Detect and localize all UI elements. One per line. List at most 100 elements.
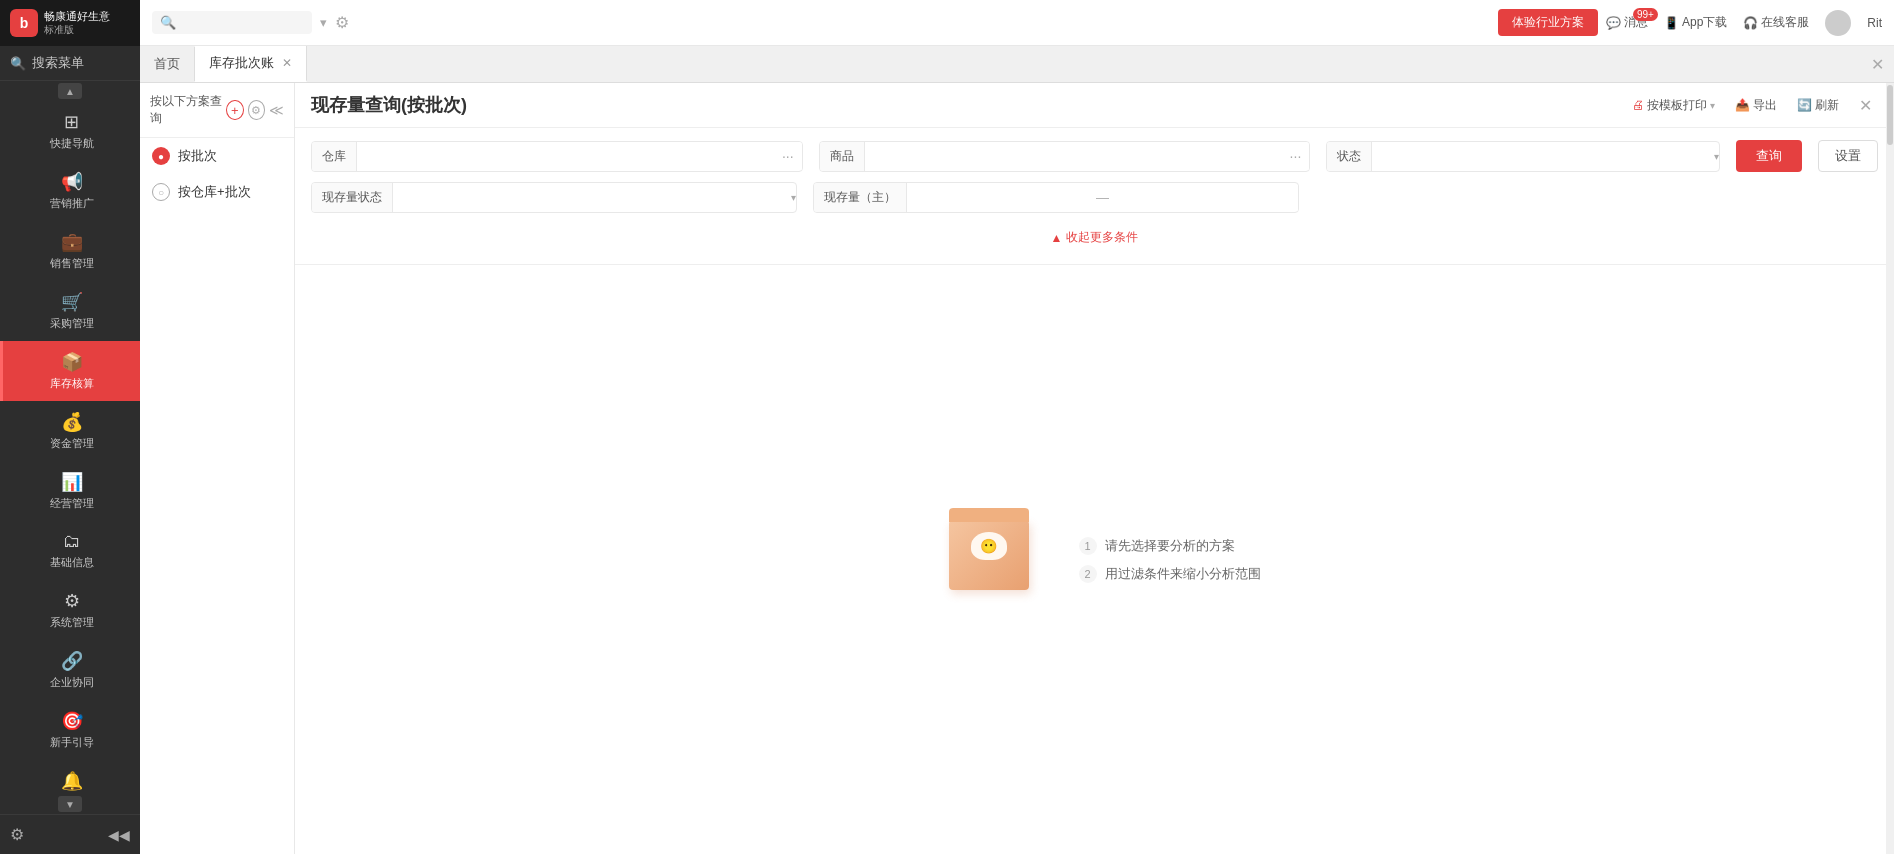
scheme-by-batch-label: 按批次 bbox=[178, 147, 217, 165]
product-filter-input[interactable] bbox=[865, 143, 1282, 169]
main-area: 🔍 ▾ ⚙ 体验行业方案 💬 消息 99+ 📱 App下载 🎧 在线客服 Rit bbox=[140, 0, 1894, 854]
sidebar-scroll-down[interactable]: ▼ bbox=[58, 796, 82, 812]
sidebar-item-inventory[interactable]: 📦 库存核算 bbox=[0, 341, 140, 401]
page-header: 现存量查询(按批次) 🖨 按模板打印 ▾ 📤 导出 🔄 刷新 bbox=[295, 83, 1894, 128]
sidebar-item-label: 基础信息 bbox=[50, 555, 94, 570]
scheme-by-warehouse-batch-label: 按仓库+批次 bbox=[178, 183, 251, 201]
print-btn[interactable]: 🖨 按模板打印 ▾ bbox=[1626, 94, 1721, 117]
topbar-settings-icon[interactable]: ⚙ bbox=[335, 13, 349, 32]
inventory-status-dropdown-icon[interactable]: ▾ bbox=[791, 192, 796, 203]
tab-close-icon[interactable]: ✕ bbox=[282, 56, 292, 70]
warehouse-filter-input[interactable] bbox=[357, 143, 774, 169]
settings-btn[interactable]: 设置 bbox=[1818, 140, 1878, 172]
sidebar-item-marketing[interactable]: 📢 营销推广 bbox=[0, 161, 140, 221]
status-dropdown-icon[interactable]: ▾ bbox=[1714, 151, 1719, 162]
tab-batch[interactable]: 库存批次账 ✕ bbox=[195, 46, 307, 82]
sidebar-item-label: 营销推广 bbox=[50, 196, 94, 211]
refresh-btn[interactable]: 🔄 刷新 bbox=[1791, 94, 1845, 117]
hint-num-1: 1 bbox=[1079, 537, 1097, 555]
sidebar-item-guide[interactable]: 🎯 新手引导 bbox=[0, 700, 140, 760]
sidebar-item-label: 经营管理 bbox=[50, 496, 94, 511]
collapse-more-btn[interactable]: ▲ 收起更多条件 bbox=[311, 223, 1878, 252]
tab-right-controls: ✕ bbox=[1861, 55, 1894, 74]
sidebar-item-label: 采购管理 bbox=[50, 316, 94, 331]
inventory-quantity-filter[interactable]: 现存量（主） — bbox=[813, 182, 1299, 213]
sidebar-item-system[interactable]: ⚙ 系统管理 bbox=[0, 580, 140, 640]
scheme-item-by-warehouse-batch[interactable]: ○ 按仓库+批次 bbox=[140, 174, 294, 210]
sidebar-item-label: 新手引导 bbox=[50, 735, 94, 750]
sidebar-item-quick-nav[interactable]: ⊞ 快捷导航 bbox=[0, 101, 140, 161]
content-area: 按以下方案查询 + ⚙ ≪ ● 按批次 ○ 按仓库+批次 现存量查询(按批次) bbox=[140, 83, 1894, 854]
marketing-icon: 📢 bbox=[61, 171, 83, 193]
sidebar-footer: ⚙ ◀◀ bbox=[0, 814, 140, 854]
scheme-active-icon: ● bbox=[152, 147, 170, 165]
topbar-dropdown-icon[interactable]: ▾ bbox=[320, 15, 327, 30]
sidebar-nav: ⊞ 快捷导航 📢 营销推广 💼 销售管理 🛒 采购管理 📦 库存核算 💰 资金管… bbox=[0, 101, 140, 794]
sales-icon: 💼 bbox=[61, 231, 83, 253]
status-filter[interactable]: 状态 ▾ bbox=[1326, 141, 1720, 172]
product-filter-more-icon[interactable]: ··· bbox=[1282, 142, 1310, 170]
status-filter-select[interactable] bbox=[1372, 150, 1714, 162]
inventory-status-select[interactable] bbox=[393, 192, 791, 204]
sidebar: b 畅康通好生意 标准版 🔍 搜索菜单 ▲ ⊞ 快捷导航 📢 营销推广 💼 销售… bbox=[0, 0, 140, 854]
empty-hint-1: 1 请先选择要分析的方案 bbox=[1079, 537, 1261, 555]
sidebar-scroll-up[interactable]: ▲ bbox=[58, 83, 82, 99]
filter-row-1: 仓库 ··· 商品 ··· 状态 bbox=[311, 140, 1878, 172]
inventory-status-filter[interactable]: 现存量状态 ▾ bbox=[311, 182, 797, 213]
sidebar-item-label: 系统管理 bbox=[50, 615, 94, 630]
close-right-panel-btn[interactable]: ✕ bbox=[1853, 94, 1878, 117]
inventory-status-label: 现存量状态 bbox=[312, 183, 393, 212]
scheme-item-by-batch[interactable]: ● 按批次 bbox=[140, 138, 294, 174]
sidebar-item-enterprise[interactable]: 🔗 企业协同 bbox=[0, 640, 140, 700]
page-header-actions: 🖨 按模板打印 ▾ 📤 导出 🔄 刷新 ✕ bbox=[1626, 94, 1878, 117]
tab-home[interactable]: 首页 bbox=[140, 47, 195, 81]
page-title: 现存量查询(按批次) bbox=[311, 93, 467, 117]
sidebar-item-basic[interactable]: 🗂 基础信息 bbox=[0, 521, 140, 580]
sidebar-item-finance[interactable]: 💰 资金管理 bbox=[0, 401, 140, 461]
experience-industry-btn[interactable]: 体验行业方案 bbox=[1498, 9, 1598, 36]
print-label: 按模板打印 bbox=[1647, 97, 1707, 114]
export-label: 导出 bbox=[1753, 97, 1777, 114]
scheme-settings-btn[interactable]: ⚙ bbox=[248, 100, 265, 120]
message-btn[interactable]: 💬 消息 99+ bbox=[1606, 14, 1648, 31]
sidebar-search[interactable]: 🔍 搜索菜单 bbox=[0, 46, 140, 81]
footer-settings-icon[interactable]: ⚙ bbox=[10, 825, 24, 844]
app-center-icon: 🔔 bbox=[61, 770, 83, 792]
sidebar-item-app-center[interactable]: 🔔 应用中心 bbox=[0, 760, 140, 794]
hint-num-2: 2 bbox=[1079, 565, 1097, 583]
collapse-up-icon: ▲ bbox=[1051, 231, 1063, 245]
footer-volume-icon[interactable]: ◀◀ bbox=[108, 827, 130, 843]
status-filter-label: 状态 bbox=[1327, 142, 1372, 171]
sidebar-item-sales[interactable]: 💼 销售管理 bbox=[0, 221, 140, 281]
export-btn[interactable]: 📤 导出 bbox=[1729, 94, 1783, 117]
sidebar-item-operation[interactable]: 📊 经营管理 bbox=[0, 461, 140, 521]
right-scrollbar[interactable] bbox=[1886, 83, 1894, 854]
query-btn[interactable]: 查询 bbox=[1736, 140, 1802, 172]
collapse-panel-btn[interactable]: ≪ bbox=[269, 102, 284, 118]
message-icon: 💬 bbox=[1606, 16, 1621, 30]
product-filter[interactable]: 商品 ··· bbox=[819, 141, 1311, 172]
inventory-qty-to[interactable] bbox=[1117, 185, 1298, 211]
empty-hints: 1 请先选择要分析的方案 2 用过滤条件来缩小分析范围 bbox=[1079, 537, 1261, 583]
topbar-icons: 💬 消息 99+ 📱 App下载 🎧 在线客服 Rit bbox=[1606, 10, 1882, 36]
topbar: 🔍 ▾ ⚙ 体验行业方案 💬 消息 99+ 📱 App下载 🎧 在线客服 Rit bbox=[140, 0, 1894, 46]
warehouse-filter-more-icon[interactable]: ··· bbox=[774, 142, 802, 170]
topbar-search-area[interactable]: 🔍 bbox=[152, 11, 312, 34]
close-tab-btn[interactable]: ✕ bbox=[1871, 55, 1884, 74]
tab-home-label: 首页 bbox=[154, 55, 180, 73]
app-download-btn[interactable]: 📱 App下载 bbox=[1664, 14, 1727, 31]
headset-icon: 🎧 bbox=[1743, 16, 1758, 30]
sidebar-header: b 畅康通好生意 标准版 bbox=[0, 0, 140, 46]
message-badge: 99+ bbox=[1633, 8, 1658, 21]
inventory-qty-from[interactable] bbox=[907, 185, 1088, 211]
avatar[interactable] bbox=[1825, 10, 1851, 36]
add-scheme-btn[interactable]: + bbox=[226, 100, 243, 120]
operation-icon: 📊 bbox=[61, 471, 83, 493]
print-dropdown-icon[interactable]: ▾ bbox=[1710, 100, 1715, 111]
online-service-btn[interactable]: 🎧 在线客服 bbox=[1743, 14, 1809, 31]
warehouse-filter[interactable]: 仓库 ··· bbox=[311, 141, 803, 172]
search-icon: 🔍 bbox=[10, 56, 26, 71]
scheme-inactive-icon: ○ bbox=[152, 183, 170, 201]
sidebar-item-purchase[interactable]: 🛒 采购管理 bbox=[0, 281, 140, 341]
app-edition: 标准版 bbox=[44, 23, 110, 37]
